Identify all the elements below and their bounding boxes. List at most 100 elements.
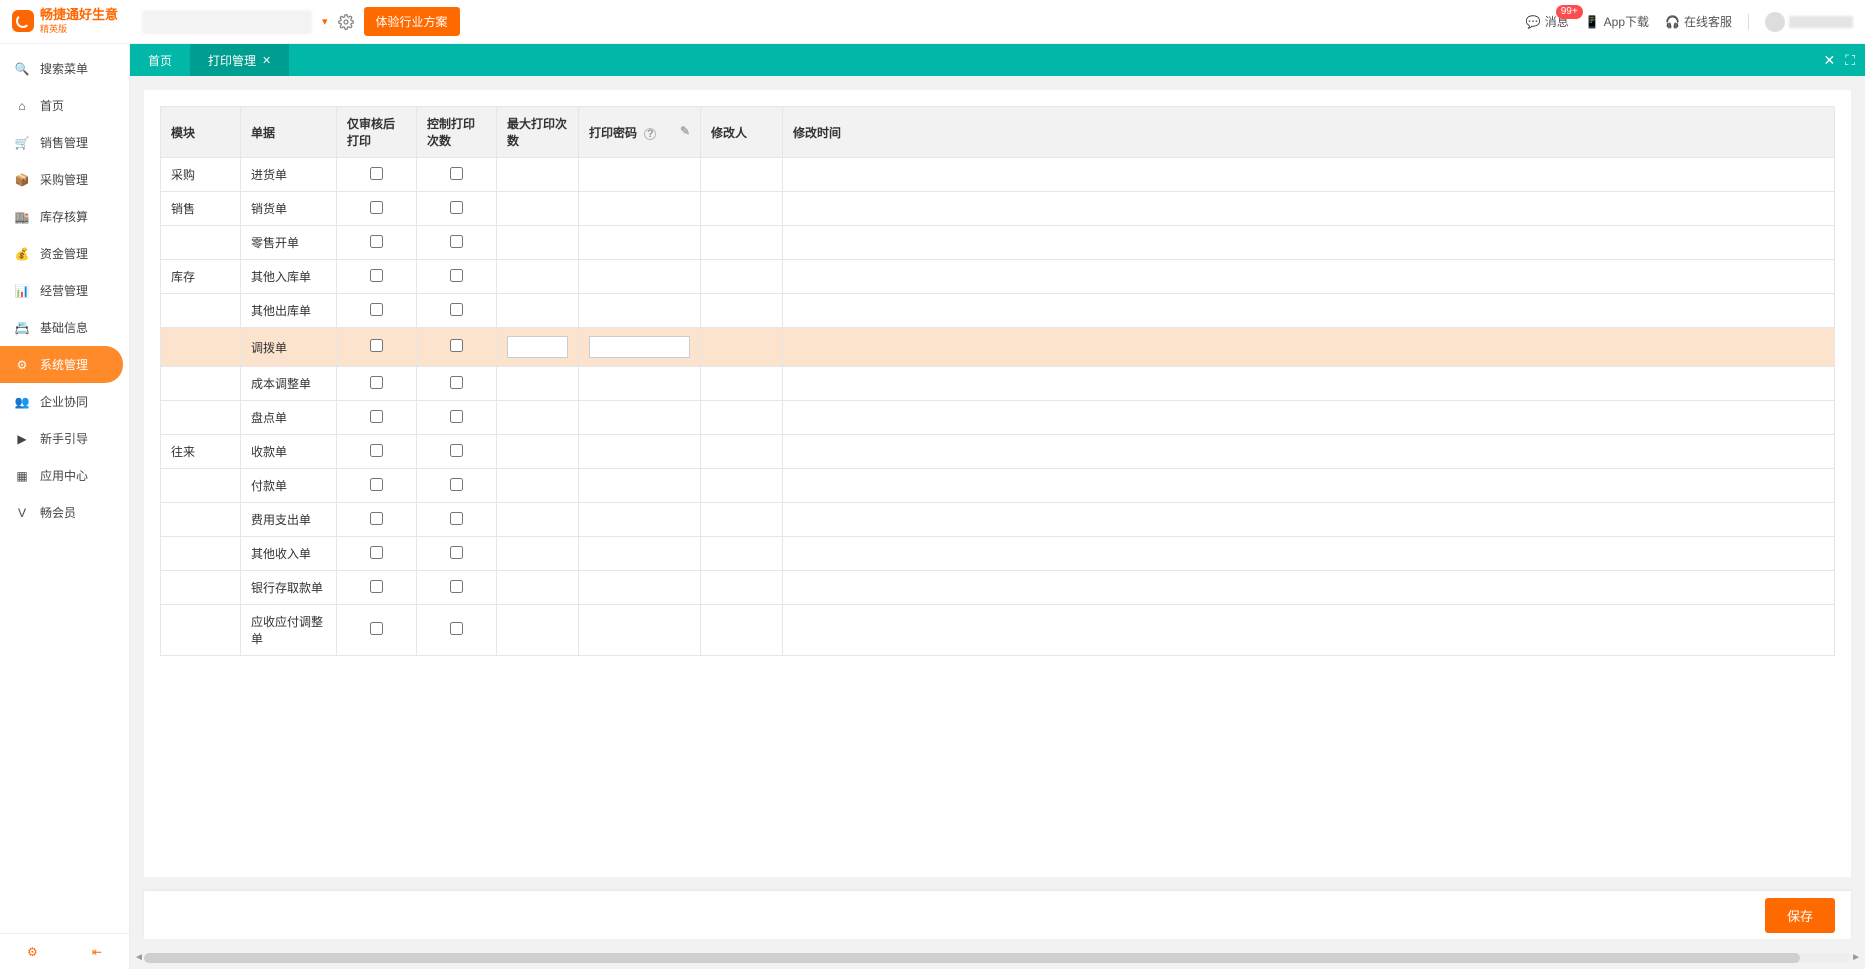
audit-checkbox[interactable]: [370, 235, 383, 248]
cell-control: [417, 571, 497, 605]
messages-link[interactable]: 💬 消息 99+: [1526, 13, 1569, 30]
control-checkbox[interactable]: [450, 546, 463, 559]
cell-modtime: [783, 401, 1835, 435]
sidebar-item-3[interactable]: 📦采购管理: [0, 161, 129, 198]
content-panel: 模块 单据 仅审核后打印 控制打印次数 最大打印次数 打印密码 ? ✎: [144, 90, 1851, 877]
sidebar-item-10[interactable]: ▶新手引导: [0, 420, 129, 457]
tab-home[interactable]: 首页: [130, 44, 190, 76]
cell-pwd: [579, 469, 701, 503]
audit-checkbox[interactable]: [370, 269, 383, 282]
cell-pwd: [579, 435, 701, 469]
th-audit: 仅审核后打印: [337, 107, 417, 158]
control-checkbox[interactable]: [450, 410, 463, 423]
audit-checkbox[interactable]: [370, 339, 383, 352]
cell-max: [497, 367, 579, 401]
save-button[interactable]: 保存: [1765, 898, 1835, 933]
audit-checkbox[interactable]: [370, 201, 383, 214]
audit-checkbox[interactable]: [370, 444, 383, 457]
sidebar-item-7[interactable]: 📇基础信息: [0, 309, 129, 346]
cell-control: [417, 294, 497, 328]
sidebar-item-6[interactable]: 📊经营管理: [0, 272, 129, 309]
scroll-right-icon[interactable]: ►: [1851, 952, 1861, 963]
stock-icon: 🏬: [14, 209, 30, 225]
cell-pwd: [579, 503, 701, 537]
print-password-input[interactable]: [589, 336, 690, 358]
sidebar-item-2[interactable]: 🛒销售管理: [0, 124, 129, 161]
audit-checkbox[interactable]: [370, 546, 383, 559]
control-checkbox[interactable]: [450, 478, 463, 491]
settings-icon[interactable]: ⚙: [27, 945, 38, 959]
cell-doc: 调拨单: [241, 328, 337, 367]
cell-modtime: [783, 294, 1835, 328]
cell-max: [497, 294, 579, 328]
cell-control: [417, 503, 497, 537]
audit-checkbox[interactable]: [370, 478, 383, 491]
gear-icon[interactable]: [338, 14, 354, 30]
edit-icon[interactable]: ✎: [680, 124, 690, 138]
control-checkbox[interactable]: [450, 580, 463, 593]
control-checkbox[interactable]: [450, 512, 463, 525]
collapse-icon[interactable]: ⇤: [92, 945, 102, 959]
cell-max: [497, 605, 579, 656]
table-row: 调拨单: [161, 328, 1835, 367]
fullscreen-icon[interactable]: ⛶: [1845, 52, 1855, 69]
close-all-icon[interactable]: ✕: [1823, 52, 1835, 69]
cell-modtime: [783, 260, 1835, 294]
user-menu[interactable]: [1765, 12, 1853, 32]
control-checkbox[interactable]: [450, 201, 463, 214]
control-checkbox[interactable]: [450, 376, 463, 389]
audit-checkbox[interactable]: [370, 376, 383, 389]
control-checkbox[interactable]: [450, 167, 463, 180]
tab-print-management[interactable]: 打印管理 ✕: [190, 44, 289, 76]
control-checkbox[interactable]: [450, 235, 463, 248]
sidebar-item-12[interactable]: V畅会员: [0, 494, 129, 531]
audit-checkbox[interactable]: [370, 167, 383, 180]
print-config-table: 模块 单据 仅审核后打印 控制打印次数 最大打印次数 打印密码 ? ✎: [160, 106, 1835, 656]
cell-modifier: [701, 294, 783, 328]
cell-pwd: [579, 226, 701, 260]
control-checkbox[interactable]: [450, 269, 463, 282]
footer-bar: 保存: [144, 891, 1851, 939]
cell-modifier: [701, 226, 783, 260]
control-checkbox[interactable]: [450, 622, 463, 635]
table-row: 采购进货单: [161, 158, 1835, 192]
cell-max: [497, 571, 579, 605]
help-icon[interactable]: ?: [644, 128, 656, 140]
sales-icon: 🛒: [14, 135, 30, 151]
experience-button[interactable]: 体验行业方案: [364, 7, 460, 36]
sidebar-item-8[interactable]: ⚙系统管理: [0, 346, 123, 383]
sidebar-item-5[interactable]: 💰资金管理: [0, 235, 129, 272]
table-row: 费用支出单: [161, 503, 1835, 537]
cell-doc: 其他收入单: [241, 537, 337, 571]
sidebar-item-11[interactable]: ▦应用中心: [0, 457, 129, 494]
cell-pwd: [579, 401, 701, 435]
scroll-left-icon[interactable]: ◄: [134, 952, 144, 963]
control-checkbox[interactable]: [450, 303, 463, 316]
tenant-switcher[interactable]: ▾: [142, 10, 354, 34]
sidebar-item-0[interactable]: 🔍搜索菜单: [0, 50, 129, 87]
audit-checkbox[interactable]: [370, 512, 383, 525]
sidebar-item-9[interactable]: 👥企业协同: [0, 383, 129, 420]
sidebar: 🔍搜索菜单⌂首页🛒销售管理📦采购管理🏬库存核算💰资金管理📊经营管理📇基础信息⚙系…: [0, 44, 130, 969]
audit-checkbox[interactable]: [370, 580, 383, 593]
cell-module: 销售: [161, 192, 241, 226]
cell-module: 往来: [161, 435, 241, 469]
app-download-link[interactable]: 📱 App下载: [1585, 13, 1649, 30]
cell-audit: [337, 328, 417, 367]
collab-icon: 👥: [14, 394, 30, 410]
sidebar-item-1[interactable]: ⌂首页: [0, 87, 129, 124]
sidebar-item-4[interactable]: 🏬库存核算: [0, 198, 129, 235]
audit-checkbox[interactable]: [370, 622, 383, 635]
control-checkbox[interactable]: [450, 339, 463, 352]
control-checkbox[interactable]: [450, 444, 463, 457]
audit-checkbox[interactable]: [370, 303, 383, 316]
support-link[interactable]: 🎧 在线客服: [1665, 13, 1732, 30]
max-print-input[interactable]: [507, 336, 568, 358]
close-icon[interactable]: ✕: [262, 54, 271, 67]
table-row: 其他收入单: [161, 537, 1835, 571]
cell-control: [417, 367, 497, 401]
cell-modifier: [701, 605, 783, 656]
brand-logo: 畅捷通好生意 精英版: [12, 8, 130, 35]
horizontal-scrollbar[interactable]: ◄ ►: [144, 953, 1851, 963]
audit-checkbox[interactable]: [370, 410, 383, 423]
